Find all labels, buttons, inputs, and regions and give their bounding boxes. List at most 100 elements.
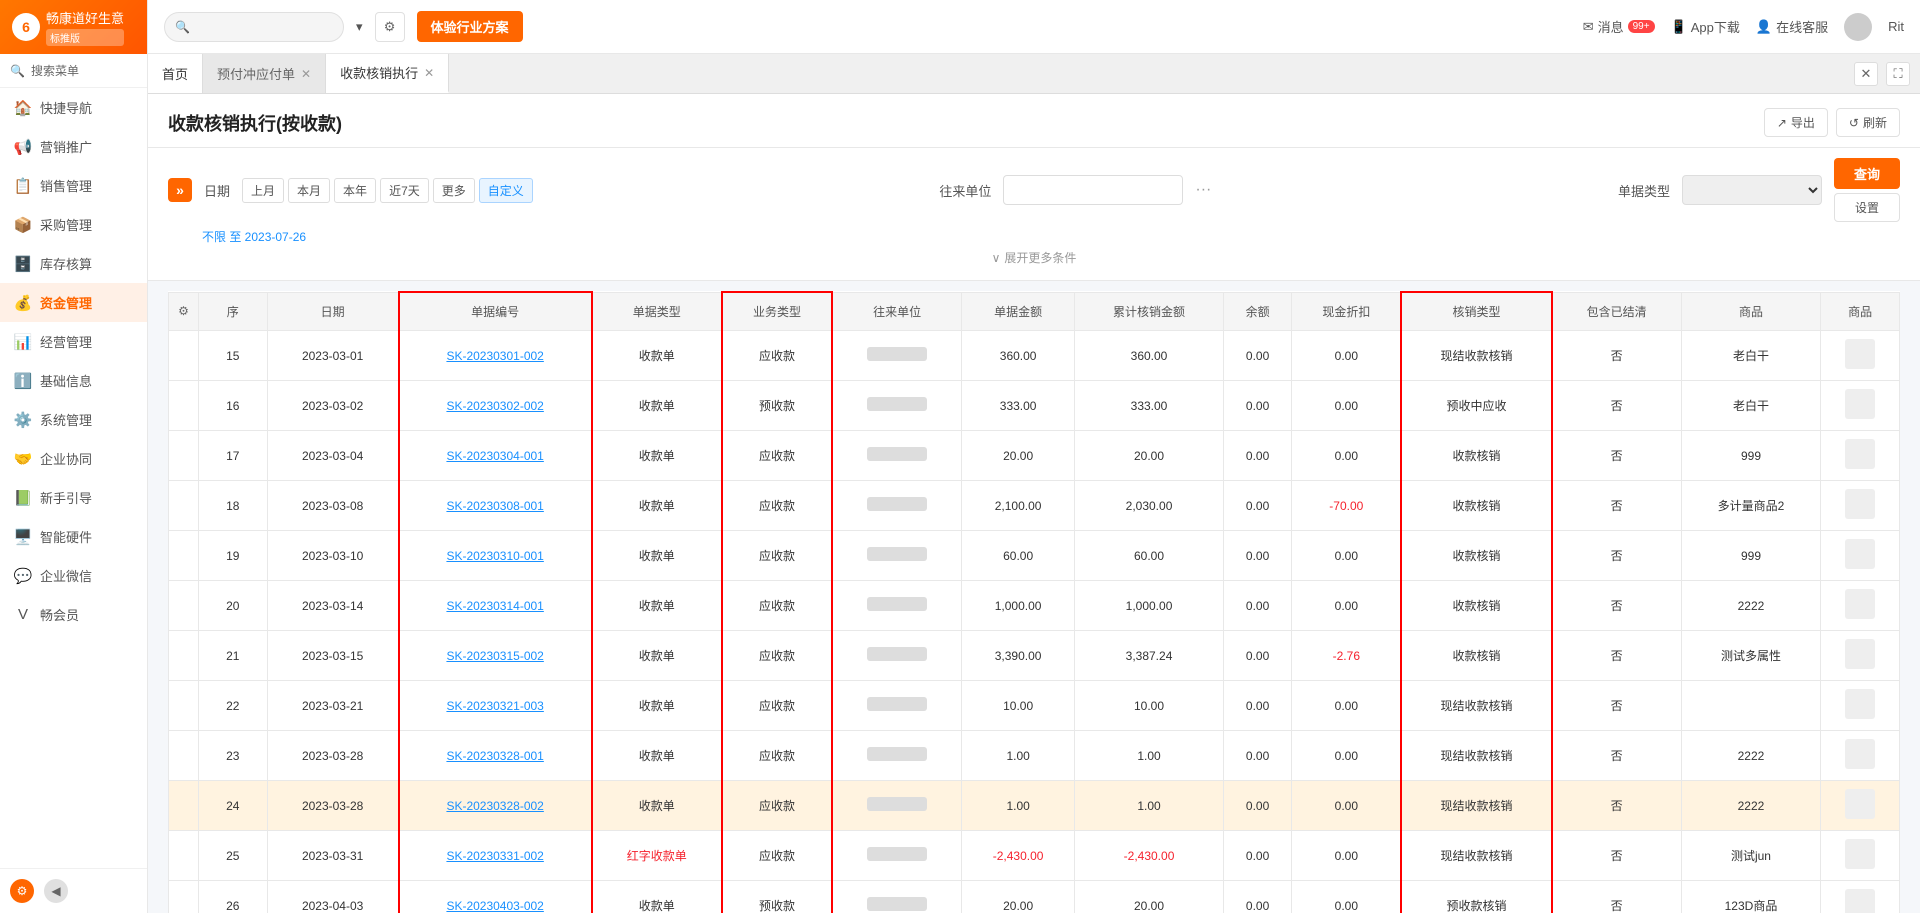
- doc-num-link[interactable]: SK-20230331-002: [446, 849, 543, 863]
- doc-num-link[interactable]: SK-20230302-002: [446, 399, 543, 413]
- doc-num-link[interactable]: SK-20230308-001: [446, 499, 543, 513]
- filter-row-1: » 日期 上月 本月 本年 近7天 更多 自定义 往来单位 ··· 单据类型: [168, 158, 1900, 222]
- tab-receivable[interactable]: 收款核销执行 ✕: [326, 54, 449, 93]
- cell-balance: 0.00: [1223, 431, 1292, 481]
- sidebar-item-quick-nav[interactable]: 🏠 快捷导航: [0, 88, 147, 127]
- th-product-img: 商品: [1821, 292, 1900, 331]
- sidebar-item-sales[interactable]: 📋 销售管理: [0, 166, 147, 205]
- collapse-icon[interactable]: ◀: [44, 879, 68, 903]
- marketing-icon: 📢: [14, 138, 32, 156]
- doc-num-link[interactable]: SK-20230328-001: [446, 749, 543, 763]
- tab-payable[interactable]: 预付冲应付单 ✕: [203, 54, 326, 93]
- sidebar-item-operations[interactable]: 📊 经营管理: [0, 322, 147, 361]
- cell-product-img: [1821, 681, 1900, 731]
- more-dates-btn[interactable]: 更多: [433, 178, 475, 203]
- gear-button[interactable]: ⚙: [375, 12, 405, 42]
- topbar-dropdown[interactable]: ▾: [356, 19, 363, 35]
- expand-filter-button[interactable]: ∨ 展开更多条件: [168, 245, 1900, 270]
- user-avatar[interactable]: [1844, 13, 1872, 41]
- th-partner: 往来单位: [832, 292, 961, 331]
- system-icon: ⚙️: [14, 411, 32, 429]
- cell-cash-discount: 0.00: [1292, 881, 1401, 913]
- online-service-item[interactable]: 👤 在线客服: [1756, 17, 1828, 36]
- last-7-days-btn[interactable]: 近7天: [380, 178, 429, 203]
- cell-balance: 0.00: [1223, 581, 1292, 631]
- cell-balance: 0.00: [1223, 331, 1292, 381]
- doc-num-link[interactable]: SK-20230403-002: [446, 899, 543, 913]
- doc-num-link[interactable]: SK-20230301-002: [446, 349, 543, 363]
- table-row[interactable]: 262023-04-03SK-20230403-002收款单预收款20.0020…: [169, 881, 1900, 913]
- th-settings[interactable]: ⚙: [169, 292, 199, 331]
- cell-settings: [169, 381, 199, 431]
- tab-payable-close[interactable]: ✕: [301, 67, 311, 81]
- table-row[interactable]: 222023-03-21SK-20230321-003收款单应收款10.0010…: [169, 681, 1900, 731]
- settings-bottom-icon[interactable]: ⚙: [10, 879, 34, 903]
- doc-num-link[interactable]: SK-20230321-003: [446, 699, 543, 713]
- sidebar-item-enterprise[interactable]: 🤝 企业协同: [0, 439, 147, 478]
- refresh-button[interactable]: ↺ 刷新: [1836, 108, 1900, 137]
- table-row[interactable]: 162023-03-02SK-20230302-002收款单预收款333.003…: [169, 381, 1900, 431]
- this-year-btn[interactable]: 本年: [334, 178, 376, 203]
- cell-biz-type: 应收款: [722, 731, 832, 781]
- filter-settings-button[interactable]: 设置: [1834, 193, 1900, 222]
- doc-num-link[interactable]: SK-20230315-002: [446, 649, 543, 663]
- sidebar-item-system[interactable]: ⚙️ 系统管理: [0, 400, 147, 439]
- cell-include-settled: 否: [1552, 531, 1681, 581]
- message-item[interactable]: ✉ 消息 99+: [1583, 17, 1655, 36]
- sidebar-item-marketing[interactable]: 📢 营销推广: [0, 127, 147, 166]
- content-header: 收款核销执行(按收款) ↗ 导出 ↺ 刷新: [148, 94, 1920, 148]
- sidebar-item-purchase[interactable]: 📦 采购管理: [0, 205, 147, 244]
- cell-partner: [832, 481, 961, 531]
- partner-input[interactable]: [1003, 175, 1183, 205]
- search-menu-item[interactable]: 🔍 搜索菜单: [0, 54, 147, 88]
- cell-partner: [832, 831, 961, 881]
- cell-settings: [169, 331, 199, 381]
- cell-seq: 25: [199, 831, 268, 881]
- sidebar-item-inventory[interactable]: 🗄️ 库存核算: [0, 244, 147, 283]
- this-month-btn[interactable]: 本月: [288, 178, 330, 203]
- doc-type-select[interactable]: [1682, 175, 1822, 205]
- table-row[interactable]: 212023-03-15SK-20230315-002收款单应收款3,390.0…: [169, 631, 1900, 681]
- doc-num-link[interactable]: SK-20230310-001: [446, 549, 543, 563]
- doc-num-link[interactable]: SK-20230328-002: [446, 799, 543, 813]
- filter-toggle-button[interactable]: »: [168, 178, 192, 202]
- custom-date-btn[interactable]: 自定义: [479, 178, 533, 203]
- cell-settings: [169, 531, 199, 581]
- sidebar-item-wechat[interactable]: 💬 企业微信: [0, 556, 147, 595]
- close-all-tabs-button[interactable]: ✕: [1854, 62, 1878, 86]
- table-row[interactable]: 152023-03-01SK-20230301-002收款单应收款360.003…: [169, 331, 1900, 381]
- cell-product-img: [1821, 481, 1900, 531]
- app-download-label: App下载: [1691, 17, 1740, 36]
- doc-num-link[interactable]: SK-20230304-001: [446, 449, 543, 463]
- sidebar-item-guide[interactable]: 📗 新手引导: [0, 478, 147, 517]
- tab-receivable-close[interactable]: ✕: [424, 66, 434, 80]
- table-row[interactable]: 232023-03-28SK-20230328-001收款单应收款1.001.0…: [169, 731, 1900, 781]
- table-row[interactable]: 172023-03-04SK-20230304-001收款单应收款20.0020…: [169, 431, 1900, 481]
- th-cash-discount: 现金折扣: [1292, 292, 1401, 331]
- solution-button[interactable]: 体验行业方案: [417, 11, 523, 42]
- table-row[interactable]: 242023-03-28SK-20230328-002收款单应收款1.001.0…: [169, 781, 1900, 831]
- th-seq: 序: [199, 292, 268, 331]
- last-month-btn[interactable]: 上月: [242, 178, 284, 203]
- refresh-icon: ↺: [1849, 116, 1859, 130]
- app-download-item[interactable]: 📱 App下载: [1671, 17, 1740, 36]
- sidebar-item-funds[interactable]: 💰 资金管理: [0, 283, 147, 322]
- doc-num-link[interactable]: SK-20230314-001: [446, 599, 543, 613]
- table-row[interactable]: 252023-03-31SK-20230331-002红字收款单应收款-2,43…: [169, 831, 1900, 881]
- more-filter-dots[interactable]: ···: [1195, 181, 1211, 199]
- export-button[interactable]: ↗ 导出: [1764, 108, 1828, 137]
- topbar-search[interactable]: 🔍: [164, 12, 344, 42]
- tab-home[interactable]: 首页: [148, 54, 203, 93]
- cell-biz-type: 应收款: [722, 481, 832, 531]
- table-row[interactable]: 202023-03-14SK-20230314-001收款单应收款1,000.0…: [169, 581, 1900, 631]
- sidebar-item-member[interactable]: V 畅会员: [0, 595, 147, 634]
- table-row[interactable]: 182023-03-08SK-20230308-001收款单应收款2,100.0…: [169, 481, 1900, 531]
- cell-doc-type: 收款单: [592, 631, 722, 681]
- query-button[interactable]: 查询: [1834, 158, 1900, 189]
- expand-tabs-button[interactable]: ⛶: [1886, 62, 1910, 86]
- table-row[interactable]: 192023-03-10SK-20230310-001收款单应收款60.0060…: [169, 531, 1900, 581]
- sidebar-item-basics[interactable]: ℹ️ 基础信息: [0, 361, 147, 400]
- sidebar-item-hardware[interactable]: 🖥️ 智能硬件: [0, 517, 147, 556]
- cell-date: 2023-03-10: [267, 531, 399, 581]
- cell-doc-num: SK-20230310-001: [399, 531, 592, 581]
